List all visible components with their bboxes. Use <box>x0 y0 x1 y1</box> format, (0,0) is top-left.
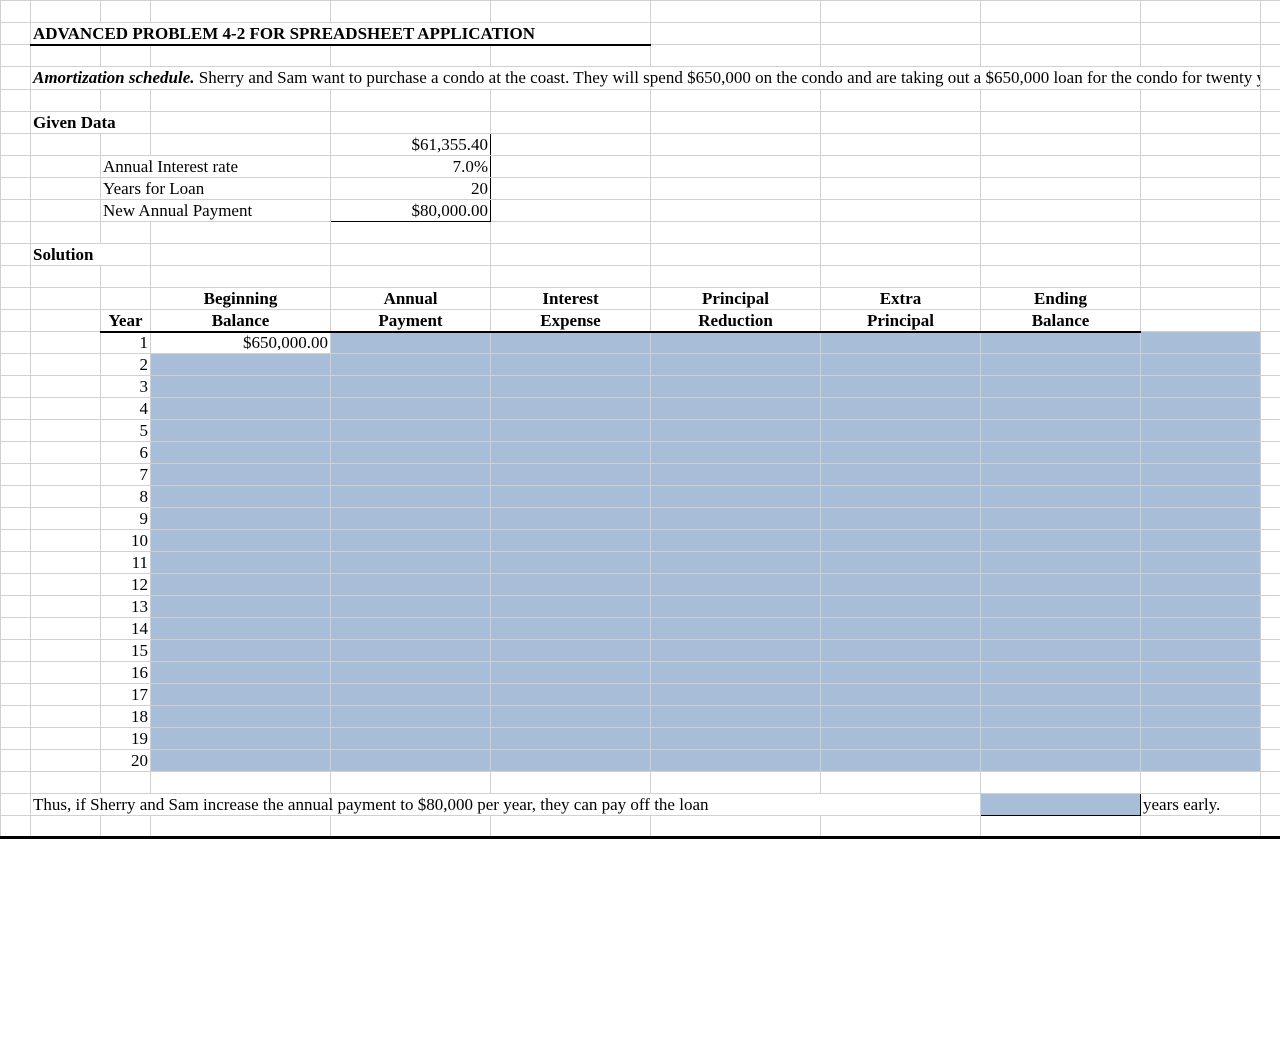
col-interest-2: Expense <box>491 310 651 332</box>
year-cell[interactable]: 9 <box>101 508 151 530</box>
year-cell[interactable]: 19 <box>101 728 151 750</box>
col-principal-1: Principal <box>651 288 821 310</box>
year-cell[interactable]: 1 <box>101 332 151 354</box>
col-ending-2: Balance <box>981 310 1141 332</box>
year-cell[interactable]: 8 <box>101 486 151 508</box>
year-cell[interactable]: 5 <box>101 420 151 442</box>
year-cell[interactable]: 12 <box>101 574 151 596</box>
page-title: ADVANCED PROBLEM 4-2 FOR SPREADSHEET APP… <box>31 23 651 45</box>
masked-cell[interactable] <box>151 354 331 376</box>
year-cell[interactable]: 17 <box>101 684 151 706</box>
year-cell[interactable]: 10 <box>101 530 151 552</box>
col-extra-1: Extra <box>821 288 981 310</box>
conclusion-pre: Thus, if Sherry and Sam increase the ann… <box>31 794 981 816</box>
given-data-heading: Given Data <box>31 112 151 134</box>
answer-cell[interactable] <box>981 794 1141 816</box>
col-ending-1: Ending <box>981 288 1141 310</box>
col-interest-1: Interest <box>491 288 651 310</box>
col-beginning-2: Balance <box>151 310 331 332</box>
cell-years[interactable]: 20 <box>331 178 491 200</box>
year-cell[interactable]: 11 <box>101 552 151 574</box>
problem-leadin: Amortization schedule. <box>33 68 195 87</box>
problem-text: Amortization schedule. Sherry and Sam wa… <box>31 67 1261 90</box>
spreadsheet-grid[interactable]: ADVANCED PROBLEM 4-2 FOR SPREADSHEET APP… <box>0 0 1280 839</box>
year-cell[interactable]: 20 <box>101 750 151 772</box>
col-annual-2: Payment <box>331 310 491 332</box>
year-cell[interactable]: 2 <box>101 354 151 376</box>
year-cell[interactable]: 4 <box>101 398 151 420</box>
year-cell[interactable]: 16 <box>101 662 151 684</box>
label-interest-rate: Annual Interest rate <box>101 156 331 178</box>
masked-cell[interactable] <box>981 332 1141 354</box>
masked-cell[interactable] <box>491 332 651 354</box>
masked-cell[interactable] <box>651 332 821 354</box>
cell-new-payment[interactable]: $80,000.00 <box>331 200 491 222</box>
conclusion-post: years early. <box>1141 794 1261 816</box>
masked-cell[interactable] <box>821 332 981 354</box>
solution-heading: Solution <box>31 244 151 266</box>
col-principal-2: Reduction <box>651 310 821 332</box>
cell-begin-balance-1[interactable]: $650,000.00 <box>151 332 331 354</box>
problem-body: Sherry and Sam want to purchase a condo … <box>195 68 1261 87</box>
cell-annual-payment[interactable]: $61,355.40 <box>331 134 491 156</box>
col-year: Year <box>101 310 151 332</box>
year-cell[interactable]: 14 <box>101 618 151 640</box>
masked-cell[interactable] <box>1141 332 1261 354</box>
year-cell[interactable]: 3 <box>101 376 151 398</box>
year-cell[interactable]: 18 <box>101 706 151 728</box>
label-years: Years for Loan <box>101 178 331 200</box>
label-new-payment: New Annual Payment <box>101 200 331 222</box>
year-cell[interactable]: 7 <box>101 464 151 486</box>
year-cell[interactable]: 6 <box>101 442 151 464</box>
cell-interest-rate[interactable]: 7.0% <box>331 156 491 178</box>
masked-cell[interactable] <box>331 332 491 354</box>
year-cell[interactable]: 15 <box>101 640 151 662</box>
year-cell[interactable]: 13 <box>101 596 151 618</box>
col-annual-1: Annual <box>331 288 491 310</box>
col-extra-2: Principal <box>821 310 981 332</box>
col-beginning-1: Beginning <box>151 288 331 310</box>
